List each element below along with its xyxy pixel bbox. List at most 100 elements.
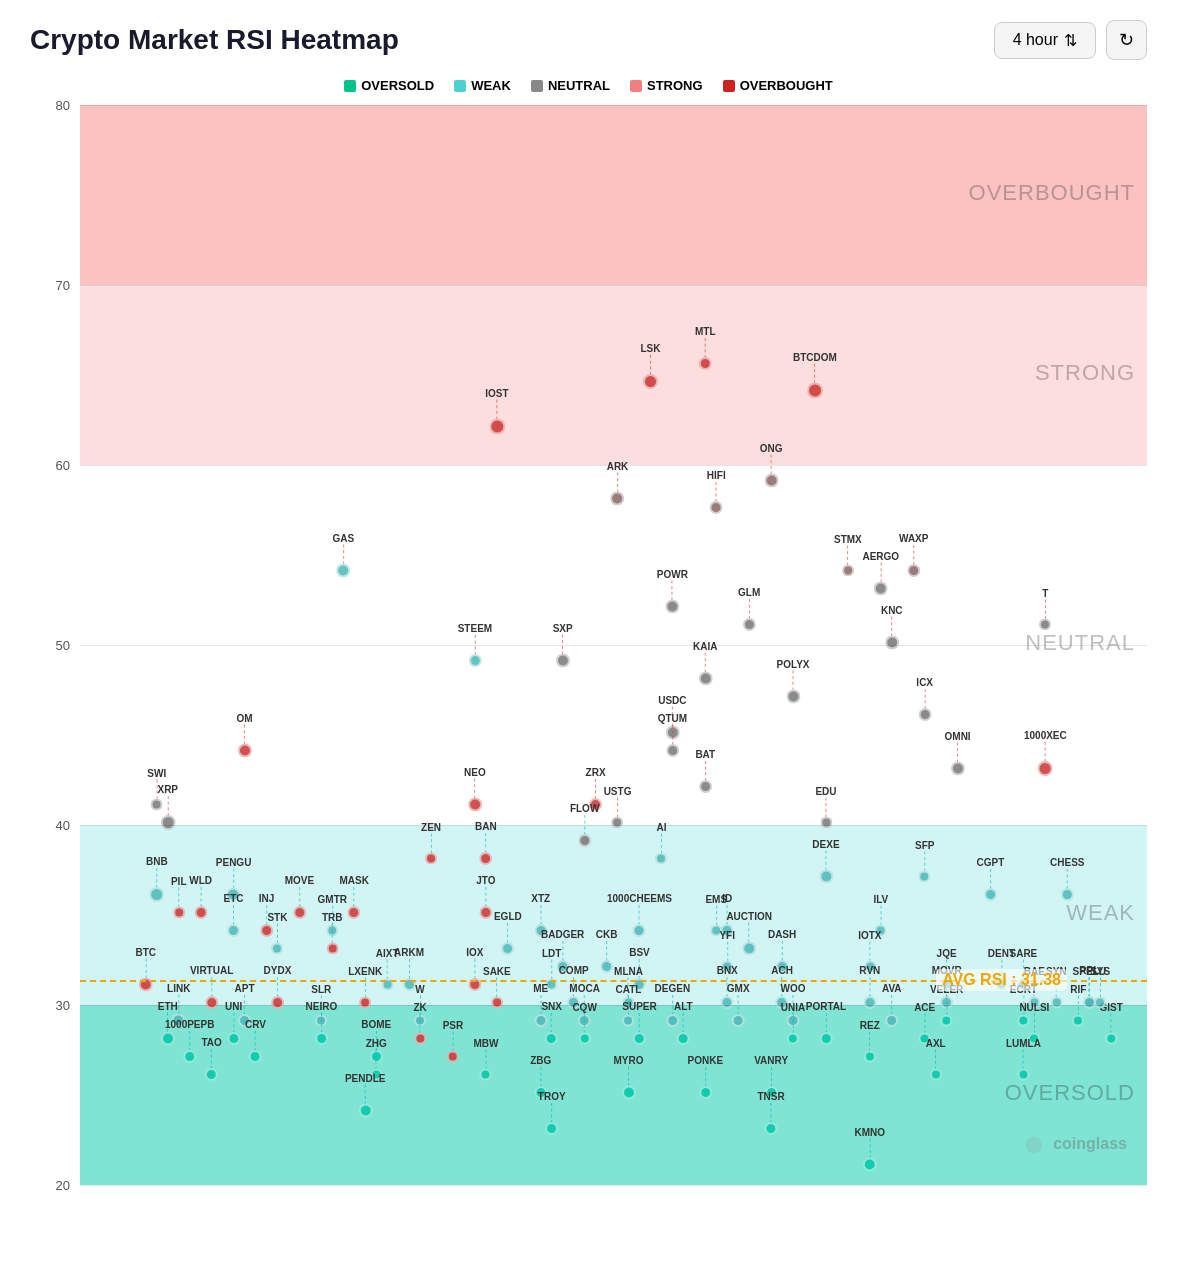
bubble-label: LINK bbox=[167, 983, 190, 994]
bubble-circle bbox=[480, 1069, 492, 1081]
bubble-line bbox=[420, 1014, 421, 1034]
bubble-circle bbox=[907, 564, 920, 577]
bubble-circle bbox=[271, 996, 284, 1009]
bubble-line bbox=[200, 887, 201, 907]
bubble-circle bbox=[612, 817, 624, 829]
bubble-line bbox=[628, 1067, 629, 1087]
bubble-label: PSR bbox=[443, 1020, 464, 1031]
bubble-label: CGPT bbox=[977, 857, 1005, 868]
refresh-button[interactable]: ↻ bbox=[1106, 20, 1147, 60]
bubble-PENDLE: PENDLE bbox=[345, 1073, 386, 1118]
bubble-label: 1000CHEEMS bbox=[607, 893, 672, 904]
coinglass-icon bbox=[1024, 1135, 1044, 1155]
bubble-circle bbox=[710, 501, 723, 514]
bubble-label: ARKM bbox=[394, 947, 424, 958]
bubble-line bbox=[321, 1013, 322, 1033]
bubble-label: SARE bbox=[1010, 948, 1038, 959]
bubble-line bbox=[749, 599, 750, 619]
bubble-PIL: PIL bbox=[171, 876, 187, 919]
bubble-label: NEIRO bbox=[305, 1001, 337, 1012]
bubble-label: ILV bbox=[873, 894, 888, 905]
bubble-label: ZBG bbox=[530, 1055, 551, 1066]
bubble-label: SYS bbox=[1090, 966, 1110, 977]
bubble-label: LDT bbox=[542, 948, 561, 959]
bubble-line bbox=[1067, 869, 1068, 889]
bubble-ARK: ARK bbox=[607, 461, 629, 506]
bubble-label: PIL bbox=[171, 876, 187, 887]
bubble-circle bbox=[863, 1158, 877, 1172]
legend-item-weak: WEAK bbox=[454, 78, 511, 93]
bubble-circle bbox=[1105, 1033, 1117, 1045]
bubble-label: RIF bbox=[1070, 984, 1086, 995]
bubble-line bbox=[924, 1014, 925, 1034]
bubble-SAKE: SAKE bbox=[483, 966, 511, 1009]
bubble-circle bbox=[951, 762, 965, 776]
bubble-line bbox=[869, 1032, 870, 1052]
bubble-DEXE: DEXE bbox=[812, 839, 839, 884]
bubble-label: VANRY bbox=[754, 1055, 788, 1066]
bubble-circle bbox=[479, 852, 492, 865]
bubble-BAN: BAN bbox=[475, 821, 497, 865]
coinglass-logo: coinglass bbox=[1024, 1135, 1127, 1155]
bubble-label: BNB bbox=[146, 856, 168, 867]
legend-item-overbought: OVERBOUGHT bbox=[723, 78, 833, 93]
bubble-label: SUPER bbox=[622, 1001, 656, 1012]
bubble-circle bbox=[468, 798, 482, 812]
bubble-line bbox=[639, 1013, 640, 1033]
bubble-line bbox=[474, 779, 475, 799]
timeframe-button[interactable]: 4 hour ⇅ bbox=[994, 22, 1096, 59]
y-gridline-80 bbox=[80, 105, 1147, 106]
bubble-label: BOME bbox=[361, 1019, 391, 1030]
bubble-circle bbox=[183, 1050, 196, 1063]
bubble-label: GMX bbox=[727, 983, 750, 994]
bubble-line bbox=[913, 545, 914, 565]
bubble-line bbox=[551, 960, 552, 980]
y-tick-70: 70 bbox=[56, 278, 70, 293]
bubble-label: MASK bbox=[340, 875, 369, 886]
bubble-line bbox=[847, 546, 848, 566]
bubble-label: BNX bbox=[717, 965, 738, 976]
bubble-circle bbox=[578, 834, 591, 847]
bubble-circle bbox=[787, 1033, 799, 1045]
bubble-label: STEEM bbox=[458, 623, 492, 634]
y-gridline-60 bbox=[80, 465, 1147, 466]
legend-dot bbox=[723, 80, 735, 92]
bubble-circle bbox=[611, 492, 625, 506]
bubble-circle bbox=[1017, 1069, 1029, 1081]
bubble-label: CATL bbox=[616, 984, 642, 995]
bubble-label: OM bbox=[236, 713, 252, 724]
bubble-label: ZK bbox=[413, 1002, 426, 1013]
bubble-label: STK bbox=[267, 912, 287, 923]
bubble-STK: STK bbox=[267, 912, 287, 955]
bubble-label: GLM bbox=[738, 587, 760, 598]
bubble-line bbox=[1045, 742, 1046, 762]
bubble-label: ALT bbox=[674, 1001, 693, 1012]
bubble-line bbox=[935, 1050, 936, 1070]
bubble-line bbox=[825, 1013, 826, 1033]
bubble-LSK: LSK bbox=[640, 343, 660, 389]
bubble-circle bbox=[194, 906, 207, 919]
bubble-line bbox=[507, 923, 508, 943]
bubble-line bbox=[650, 355, 651, 375]
bubble-WLD: WLD bbox=[189, 875, 212, 919]
bubble-circle bbox=[885, 636, 899, 650]
bubble-circle bbox=[698, 672, 712, 686]
bubble-label: PORTAL bbox=[806, 1001, 846, 1012]
bubble-line bbox=[716, 906, 717, 926]
bubble-label: RVN bbox=[859, 965, 880, 976]
bubble-line bbox=[496, 400, 497, 420]
bubble-line bbox=[233, 905, 234, 925]
bubble-circle bbox=[545, 1032, 558, 1045]
y-gridline-50 bbox=[80, 645, 1147, 646]
bubble-KMNO: KMNO bbox=[855, 1127, 886, 1172]
bubble-label: GAS bbox=[332, 533, 354, 544]
legend-label: STRONG bbox=[647, 78, 703, 93]
bubble-label: ARK bbox=[607, 461, 629, 472]
bubble-label: PENDLE bbox=[345, 1073, 386, 1084]
bubble-label: AERGO bbox=[862, 551, 899, 562]
bubble-label: ETC bbox=[224, 893, 244, 904]
y-tick-80: 80 bbox=[56, 98, 70, 113]
bubble-EGLD: EGLD bbox=[494, 911, 522, 955]
legend-dot bbox=[531, 80, 543, 92]
bubble-label: KMNO bbox=[855, 1127, 886, 1138]
